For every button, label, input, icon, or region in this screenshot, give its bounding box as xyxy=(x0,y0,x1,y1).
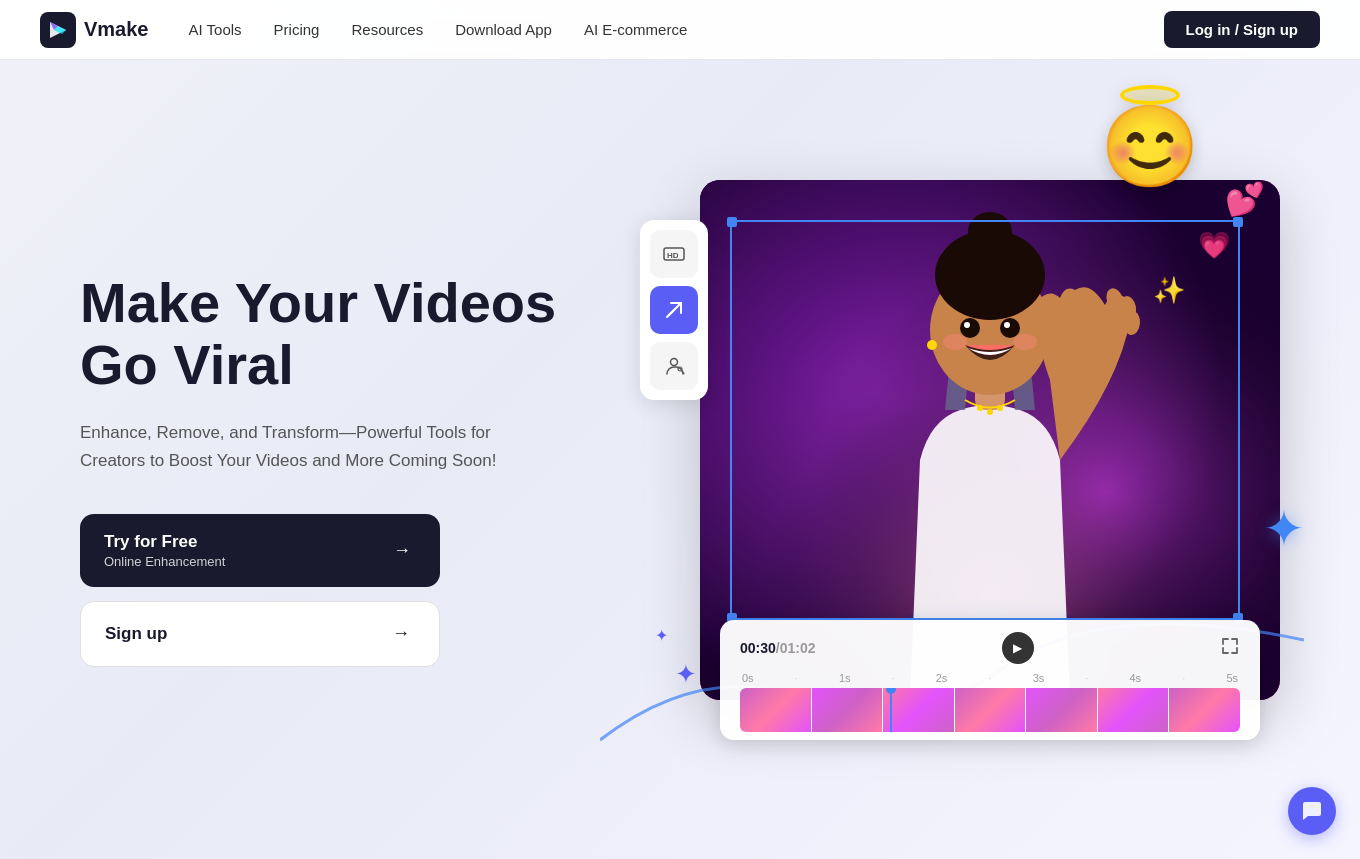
selection-handle-tl xyxy=(727,217,737,227)
blue-star-decoration: ✦ xyxy=(1263,500,1305,558)
hero-title-line2: Go Viral xyxy=(80,333,294,396)
logo-icon xyxy=(40,12,76,48)
halo-ring xyxy=(1120,85,1180,105)
svg-point-6 xyxy=(671,358,678,365)
heart-emoji-2: 💗 xyxy=(1198,230,1230,261)
time-total: /01:02 xyxy=(776,640,816,656)
try-free-sub-label: Online Enhancement xyxy=(104,554,225,569)
hd-tool-button[interactable]: HD xyxy=(650,230,698,278)
hero-title: Make Your Videos Go Viral xyxy=(80,272,600,395)
player-time: 00:30/01:02 xyxy=(740,640,816,656)
hero-buttons: Try for Free Online Enhancement → Sign u… xyxy=(80,514,440,667)
signup-button[interactable]: Sign up → xyxy=(80,601,440,667)
logo-text: Vmake xyxy=(84,18,149,41)
navbar: Vmake AI Tools Pricing Resources Downloa… xyxy=(0,0,1360,60)
nav-download-app[interactable]: Download App xyxy=(455,21,552,38)
svg-text:HD: HD xyxy=(667,251,679,260)
chat-bubble-button[interactable] xyxy=(1288,787,1336,835)
video-timeline[interactable]: 0s · 1s · 2s · 3s · 4s · 5s xyxy=(740,672,1240,732)
timeline-ruler: 0s · 1s · 2s · 3s · 4s · 5s xyxy=(740,672,1240,684)
timeline-playhead[interactable] xyxy=(890,688,892,732)
try-free-arrow: → xyxy=(388,536,416,564)
video-player-bar: 00:30/01:02 ▶ 0s · 1s · 2s xyxy=(720,620,1260,740)
login-signup-button[interactable]: Log in / Sign up xyxy=(1164,11,1320,48)
try-free-label: Try for Free xyxy=(104,532,225,552)
hero-section: Make Your Videos Go Viral Enhance, Remov… xyxy=(0,0,1360,859)
hero-right: HD xyxy=(640,120,1280,820)
nav-ai-tools[interactable]: AI Tools xyxy=(189,21,242,38)
try-free-button[interactable]: Try for Free Online Enhancement → xyxy=(80,514,440,587)
logo[interactable]: Vmake xyxy=(40,12,149,48)
nav-links: AI Tools Pricing Resources Download App … xyxy=(189,21,688,39)
sparkle-emoji: ✨ xyxy=(1153,275,1185,306)
hero-title-line1: Make Your Videos xyxy=(80,271,556,334)
play-button[interactable]: ▶ xyxy=(1002,632,1034,664)
fullscreen-button[interactable] xyxy=(1220,636,1240,660)
hero-subtitle: Enhance, Remove, and Transform—Powerful … xyxy=(80,419,500,473)
person-tool-button[interactable] xyxy=(650,342,698,390)
signup-label: Sign up xyxy=(105,624,167,644)
hero-left: Make Your Videos Go Viral Enhance, Remov… xyxy=(80,272,600,667)
nav-ai-ecommerce[interactable]: AI E-commerce xyxy=(584,21,687,38)
enhance-tool-button[interactable] xyxy=(650,286,698,334)
nav-resources[interactable]: Resources xyxy=(351,21,423,38)
timeline-track[interactable] xyxy=(740,688,1240,732)
heart-emoji-1: 💕 xyxy=(1225,180,1265,218)
selection-handle-tr xyxy=(1233,217,1243,227)
tool-panel: HD xyxy=(640,220,708,400)
sparkle-decoration-1: ✦ xyxy=(675,659,697,690)
signup-arrow: → xyxy=(387,620,415,648)
halo-emoji: 😊 xyxy=(1100,100,1200,194)
nav-pricing[interactable]: Pricing xyxy=(274,21,320,38)
sparkle-decoration-2: ✦ xyxy=(655,626,668,645)
player-controls: 00:30/01:02 ▶ xyxy=(740,632,1240,664)
time-current: 00:30 xyxy=(740,640,776,656)
